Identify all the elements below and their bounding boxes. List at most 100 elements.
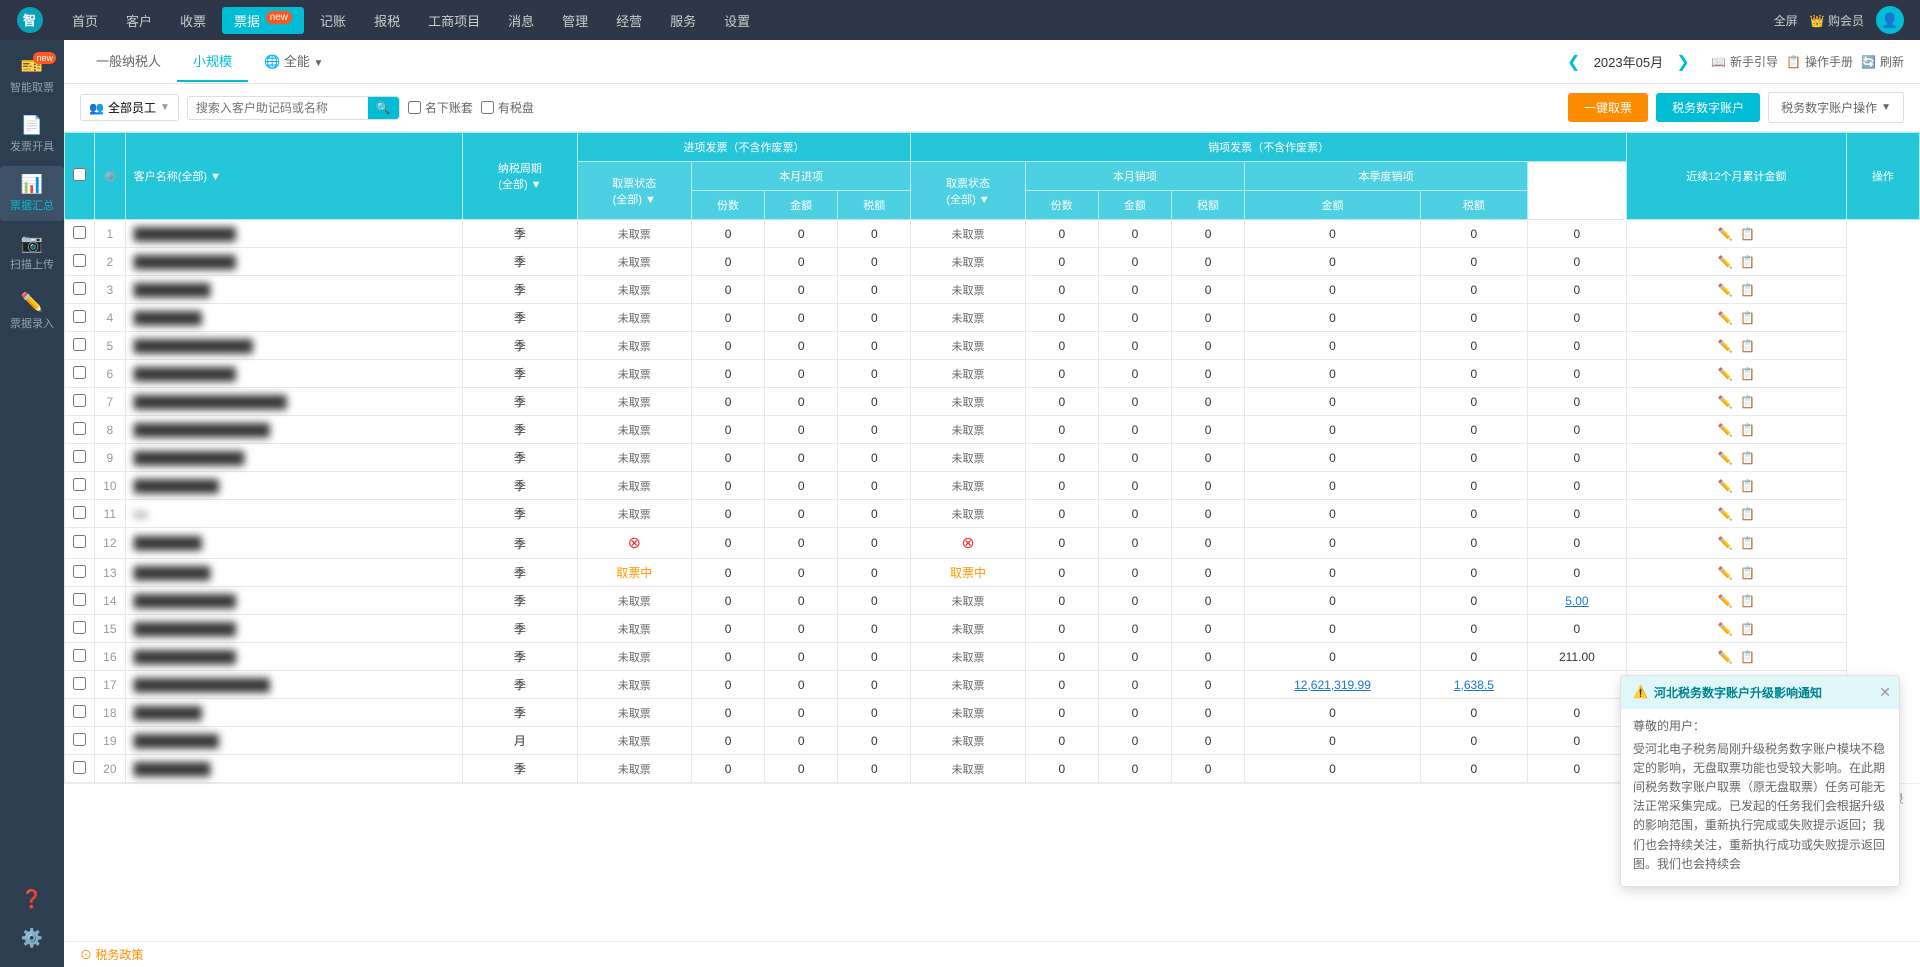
nav-service[interactable]: 服务	[658, 7, 708, 34]
row-checkbox[interactable]	[73, 565, 86, 578]
row-checkbox[interactable]	[73, 677, 86, 690]
th-out-tax: 税额	[1171, 191, 1244, 220]
copy-icon[interactable]: 📋	[1740, 227, 1755, 241]
edit-icon[interactable]: ✏️	[1718, 395, 1733, 409]
has-taxpad-checkbox-label[interactable]: 有税盘	[481, 99, 534, 116]
digital-account-op-button[interactable]: 税务数字账户操作 ▼	[1768, 92, 1904, 123]
my-accounts-checkbox[interactable]	[408, 101, 421, 114]
edit-icon[interactable]: ✏️	[1718, 339, 1733, 353]
nav-home[interactable]: 首页	[60, 7, 110, 34]
edit-icon[interactable]: ✏️	[1718, 536, 1733, 550]
copy-icon[interactable]: 📋	[1740, 566, 1755, 580]
date-next-btn[interactable]: ❯	[1671, 50, 1695, 74]
th-select-all[interactable]	[65, 133, 95, 220]
row-checkbox[interactable]	[73, 254, 86, 267]
row-checkbox[interactable]	[73, 310, 86, 323]
nav-customer[interactable]: 客户	[114, 7, 164, 34]
copy-icon[interactable]: 📋	[1740, 479, 1755, 493]
nav-receive[interactable]: 收票	[168, 7, 218, 34]
sidebar-item-invoice-entry[interactable]: ✏️ 票据录入	[0, 284, 64, 339]
search-button[interactable]: 🔍	[368, 97, 399, 119]
my-accounts-checkbox-label[interactable]: 名下账套	[408, 99, 473, 116]
edit-icon[interactable]: ✏️	[1718, 367, 1733, 381]
select-all-checkbox[interactable]	[73, 168, 86, 181]
copy-icon[interactable]: 📋	[1740, 367, 1755, 381]
row-checkbox[interactable]	[73, 621, 86, 634]
edit-icon[interactable]: ✏️	[1718, 622, 1733, 636]
search-input[interactable]	[188, 97, 368, 119]
notification-close-btn[interactable]: ✕	[1879, 684, 1891, 701]
row-checkbox[interactable]	[73, 761, 86, 774]
copy-icon[interactable]: 📋	[1740, 622, 1755, 636]
tab-all[interactable]: 🌐 全能 ▼	[248, 41, 339, 82]
sidebar-item-invoice-summary[interactable]: 📊 票据汇总	[0, 166, 64, 221]
q-amount-value[interactable]: 12,621,319.99	[1294, 678, 1371, 692]
nav-tax[interactable]: 报税	[362, 7, 412, 34]
row-checkbox[interactable]	[73, 705, 86, 718]
row-checkbox[interactable]	[73, 338, 86, 351]
edit-icon[interactable]: ✏️	[1718, 594, 1733, 608]
sidebar-item-smart-ticket[interactable]: 🎫 智能取票 new	[0, 48, 64, 103]
nav-accounting[interactable]: 记账	[308, 7, 358, 34]
copy-icon[interactable]: 📋	[1740, 339, 1755, 353]
user-avatar[interactable]: 👤	[1876, 6, 1904, 34]
ytd-value[interactable]: 5.00	[1565, 594, 1588, 608]
edit-icon[interactable]: ✏️	[1718, 283, 1733, 297]
date-prev-btn[interactable]: ❮	[1562, 50, 1586, 74]
copy-icon[interactable]: 📋	[1740, 507, 1755, 521]
edit-icon[interactable]: ✏️	[1718, 507, 1733, 521]
refresh-link[interactable]: 🔄 刷新	[1861, 53, 1904, 70]
nav-business[interactable]: 工商项目	[416, 7, 492, 34]
employee-select[interactable]: 👥 全部员工 ▼	[80, 94, 179, 121]
row-checkbox[interactable]	[73, 226, 86, 239]
edit-icon[interactable]: ✏️	[1718, 451, 1733, 465]
fullscreen-btn[interactable]: 全屏	[1774, 12, 1798, 29]
copy-icon[interactable]: 📋	[1740, 594, 1755, 608]
copy-icon[interactable]: 📋	[1740, 283, 1755, 297]
nav-manage[interactable]: 管理	[550, 7, 600, 34]
digital-account-button[interactable]: 税务数字账户	[1656, 93, 1760, 122]
copy-icon[interactable]: 📋	[1740, 423, 1755, 437]
nav-invoice[interactable]: 票据 new	[222, 7, 304, 34]
new-guide-link[interactable]: 📖 新手引导	[1711, 53, 1778, 70]
nav-operate[interactable]: 经营	[604, 7, 654, 34]
row-checkbox[interactable]	[73, 593, 86, 606]
copy-icon[interactable]: 📋	[1740, 395, 1755, 409]
row-checkbox[interactable]	[73, 478, 86, 491]
nav-message[interactable]: 消息	[496, 7, 546, 34]
row-checkbox[interactable]	[73, 649, 86, 662]
copy-icon[interactable]: 📋	[1740, 536, 1755, 550]
copy-icon[interactable]: 📋	[1740, 311, 1755, 325]
row-checkbox[interactable]	[73, 450, 86, 463]
sidebar-item-invoice-open[interactable]: 📄 发票开具	[0, 107, 64, 162]
edit-icon[interactable]: ✏️	[1718, 227, 1733, 241]
copy-icon[interactable]: 📋	[1740, 451, 1755, 465]
has-taxpad-checkbox[interactable]	[481, 101, 494, 114]
copy-icon[interactable]: 📋	[1740, 650, 1755, 664]
edit-icon[interactable]: ✏️	[1718, 650, 1733, 664]
fetch-tickets-button[interactable]: 一键取票	[1568, 93, 1648, 122]
edit-icon[interactable]: ✏️	[1718, 255, 1733, 269]
row-checkbox[interactable]	[73, 422, 86, 435]
row-checkbox[interactable]	[73, 282, 86, 295]
edit-icon[interactable]: ✏️	[1718, 311, 1733, 325]
tax-policy-link[interactable]: ⊙ 税务政策	[80, 946, 143, 963]
edit-icon[interactable]: ✏️	[1718, 566, 1733, 580]
tab-small-scale[interactable]: 小规模	[177, 41, 248, 82]
row-checkbox[interactable]	[73, 733, 86, 746]
manual-link[interactable]: 📋 操作手册	[1786, 53, 1853, 70]
sidebar-item-config[interactable]: ⚙️	[17, 920, 47, 959]
nav-settings[interactable]: 设置	[712, 7, 762, 34]
sidebar-item-scan-upload[interactable]: 📷 扫描上传	[0, 225, 64, 280]
tab-general-taxpayer[interactable]: 一般纳税人	[80, 41, 177, 82]
row-checkbox[interactable]	[73, 394, 86, 407]
row-checkbox[interactable]	[73, 535, 86, 548]
sidebar-item-help[interactable]: ❓	[17, 881, 47, 920]
edit-icon[interactable]: ✏️	[1718, 479, 1733, 493]
copy-icon[interactable]: 📋	[1740, 255, 1755, 269]
row-checkbox[interactable]	[73, 506, 86, 519]
edit-icon[interactable]: ✏️	[1718, 423, 1733, 437]
q-tax-value[interactable]: 1,638.5	[1454, 678, 1494, 692]
row-checkbox[interactable]	[73, 366, 86, 379]
member-btn[interactable]: 👑 购会员	[1810, 12, 1864, 29]
